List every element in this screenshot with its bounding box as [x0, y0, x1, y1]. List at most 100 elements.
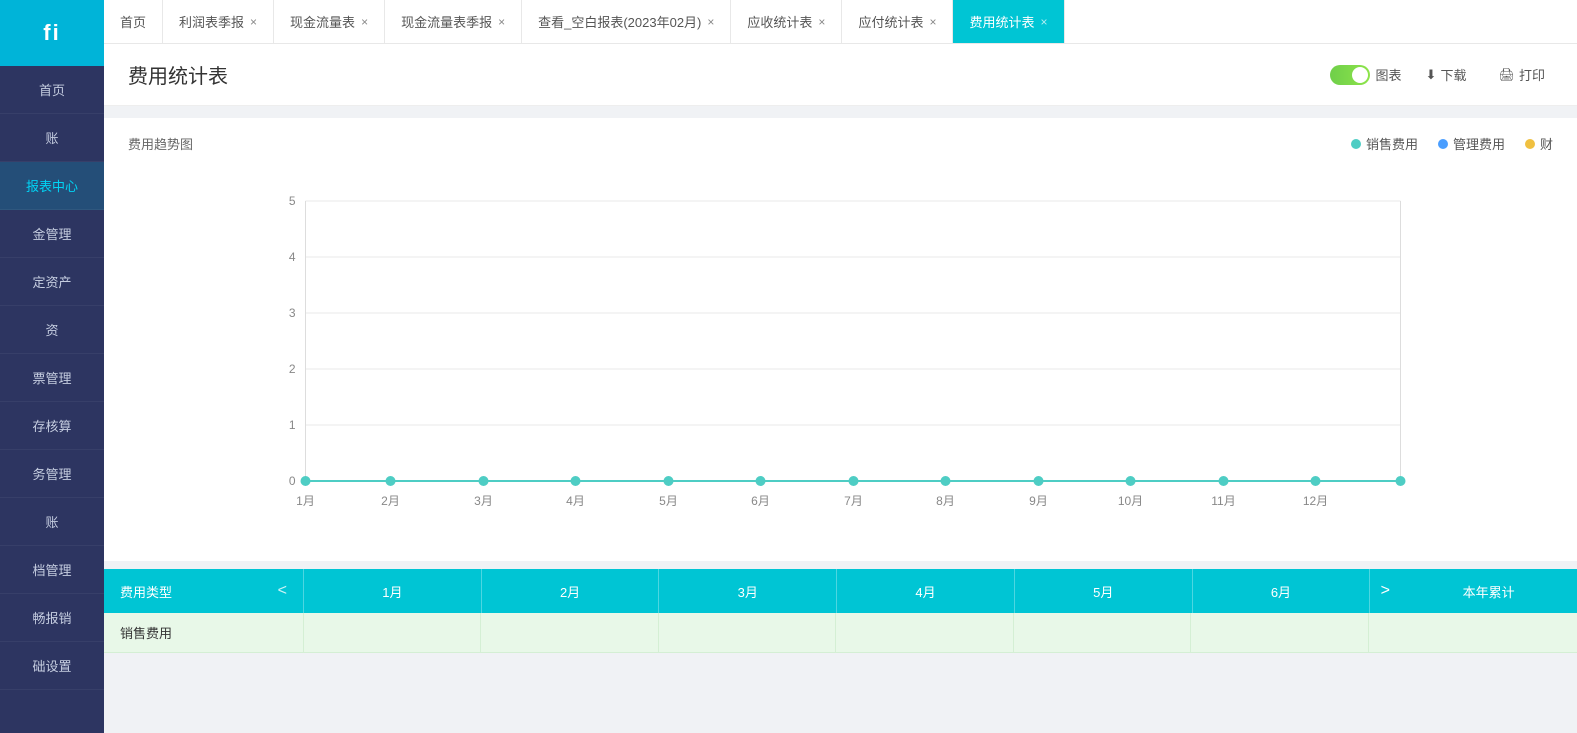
table-nav-prev[interactable]: <	[278, 582, 287, 600]
print-button[interactable]: 🖨 打印	[1490, 61, 1553, 88]
table-nav-next[interactable]: >	[1370, 569, 1400, 613]
table-cell-m1	[304, 613, 481, 652]
svg-text:4: 4	[289, 250, 296, 264]
legend-label-sales: 销售费用	[1366, 134, 1418, 153]
table-cell-m3	[659, 613, 836, 652]
table-header-month5: 5月	[1015, 569, 1193, 613]
sidebar-item-archive[interactable]: 档管理	[0, 546, 104, 594]
sidebar-item-fund[interactable]: 金管理	[0, 210, 104, 258]
table-cell-m6	[1191, 613, 1368, 652]
legend-dot-sales	[1351, 139, 1361, 149]
chart-dot	[386, 476, 396, 486]
tab-close-expense[interactable]: ×	[1040, 15, 1047, 29]
print-icon: 🖨	[1498, 67, 1515, 83]
chart-dot	[1311, 476, 1321, 486]
sidebar-item-investment[interactable]: 资	[0, 306, 104, 354]
sidebar: fi 首页 账 报表中心 金管理 定资产 资 票管理 存核算 务管理 账 档管理…	[0, 0, 104, 733]
legend-admin: 管理费用	[1438, 134, 1505, 153]
sidebar-item-writeoff[interactable]: 畅报销	[0, 594, 104, 642]
sidebar-item-service[interactable]: 务管理	[0, 450, 104, 498]
table-header-total: 本年累计	[1400, 569, 1577, 613]
table-header-type: 费用类型 <	[104, 569, 304, 613]
table-header-month6: 6月	[1193, 569, 1371, 613]
svg-text:1月: 1月	[296, 494, 315, 508]
tab-close-cashflow[interactable]: ×	[361, 15, 368, 29]
tab-close-payable[interactable]: ×	[929, 15, 936, 29]
table-header-month1: 1月	[304, 569, 482, 613]
sidebar-item-home[interactable]: 首页	[0, 66, 104, 114]
sidebar-item-fixed-asset[interactable]: 定资产	[0, 258, 104, 306]
svg-text:4月: 4月	[566, 494, 585, 508]
chart-dot	[571, 476, 581, 486]
chart-dot	[1396, 476, 1406, 486]
chart-dot	[1126, 476, 1136, 486]
svg-text:11月: 11月	[1211, 494, 1235, 508]
table-cell-type: 销售费用	[104, 613, 304, 652]
table-cell-nav-spacer	[1369, 613, 1401, 652]
chart-toggle-container: 图表	[1330, 65, 1402, 85]
table-cell-m5	[1014, 613, 1191, 652]
download-button[interactable]: ⬇ 下载	[1418, 61, 1475, 88]
download-icon: ⬇	[1426, 67, 1437, 83]
tab-close-cashflow-quarter[interactable]: ×	[498, 15, 505, 29]
page-content: 费用统计表 图表 ⬇ 下载 🖨 打印 费用趋势图	[104, 44, 1577, 733]
sidebar-item-settings[interactable]: 础设置	[0, 642, 104, 690]
svg-text:7月: 7月	[844, 494, 863, 508]
sidebar-item-account[interactable]: 账	[0, 114, 104, 162]
chart-dot	[664, 476, 674, 486]
legend-label-admin: 管理费用	[1453, 134, 1505, 153]
chart-area: 0 1 2 3 4 5	[128, 165, 1553, 545]
page-title: 费用统计表	[128, 60, 228, 89]
tab-cashflow[interactable]: 现金流量表 ×	[274, 0, 385, 44]
chart-title: 费用趋势图	[128, 134, 193, 153]
svg-text:8月: 8月	[936, 494, 955, 508]
chart-section: 费用趋势图 销售费用 管理费用 财	[104, 118, 1577, 561]
svg-text:1: 1	[289, 418, 296, 432]
sidebar-item-inventory[interactable]: 存核算	[0, 402, 104, 450]
legend-dot-finance	[1525, 139, 1535, 149]
tab-close-receivable[interactable]: ×	[818, 15, 825, 29]
svg-text:12月: 12月	[1303, 494, 1328, 508]
svg-text:0: 0	[289, 474, 296, 488]
chart-toggle[interactable]	[1330, 65, 1370, 85]
sidebar-item-bank[interactable]: 账	[0, 498, 104, 546]
chart-svg: 0 1 2 3 4 5	[128, 165, 1553, 535]
tab-payable[interactable]: 应付统计表 ×	[842, 0, 953, 44]
svg-text:2: 2	[289, 362, 296, 376]
toggle-label: 图表	[1376, 65, 1402, 84]
tab-close-blank-report[interactable]: ×	[707, 15, 714, 29]
tab-receivable[interactable]: 应收统计表 ×	[731, 0, 842, 44]
tab-bar: 首页 利润表季报 × 现金流量表 × 现金流量表季报 × 查看_空白报表(202…	[104, 0, 1577, 44]
sidebar-logo: fi	[0, 0, 104, 66]
svg-text:9月: 9月	[1029, 494, 1048, 508]
svg-text:5: 5	[289, 194, 296, 208]
table-header-month2: 2月	[482, 569, 660, 613]
chart-dot	[849, 476, 859, 486]
svg-text:6月: 6月	[751, 494, 770, 508]
table-cell-total	[1401, 613, 1577, 652]
svg-text:2月: 2月	[381, 494, 400, 508]
chart-header: 费用趋势图 销售费用 管理费用 财	[128, 134, 1553, 153]
tab-cashflow-quarter[interactable]: 现金流量表季报 ×	[385, 0, 522, 44]
legend-label-finance: 财	[1540, 134, 1553, 153]
table-section: 费用类型 < 1月 2月 3月 4月 5月 6月 > 本年累计 销售费用	[104, 569, 1577, 653]
chart-dot	[1034, 476, 1044, 486]
svg-text:3月: 3月	[474, 494, 493, 508]
chart-legend: 销售费用 管理费用 财	[1351, 134, 1553, 153]
tab-blank-report[interactable]: 查看_空白报表(2023年02月) ×	[522, 0, 731, 44]
tab-home[interactable]: 首页	[104, 0, 163, 44]
tab-close-profit-report[interactable]: ×	[250, 15, 257, 29]
main-area: 首页 利润表季报 × 现金流量表 × 现金流量表季报 × 查看_空白报表(202…	[104, 0, 1577, 733]
svg-text:5月: 5月	[659, 494, 678, 508]
table-cell-m4	[836, 613, 1013, 652]
chart-dot	[301, 476, 311, 486]
legend-sales: 销售费用	[1351, 134, 1418, 153]
tab-expense[interactable]: 费用统计表 ×	[953, 0, 1064, 44]
svg-text:3: 3	[289, 306, 296, 320]
table-header: 费用类型 < 1月 2月 3月 4月 5月 6月 > 本年累计	[104, 569, 1577, 613]
sidebar-item-ticket[interactable]: 票管理	[0, 354, 104, 402]
sidebar-item-report[interactable]: 报表中心	[0, 162, 104, 210]
tab-profit-report[interactable]: 利润表季报 ×	[163, 0, 274, 44]
table-row-sales: 销售费用	[104, 613, 1577, 653]
chart-dot	[479, 476, 489, 486]
